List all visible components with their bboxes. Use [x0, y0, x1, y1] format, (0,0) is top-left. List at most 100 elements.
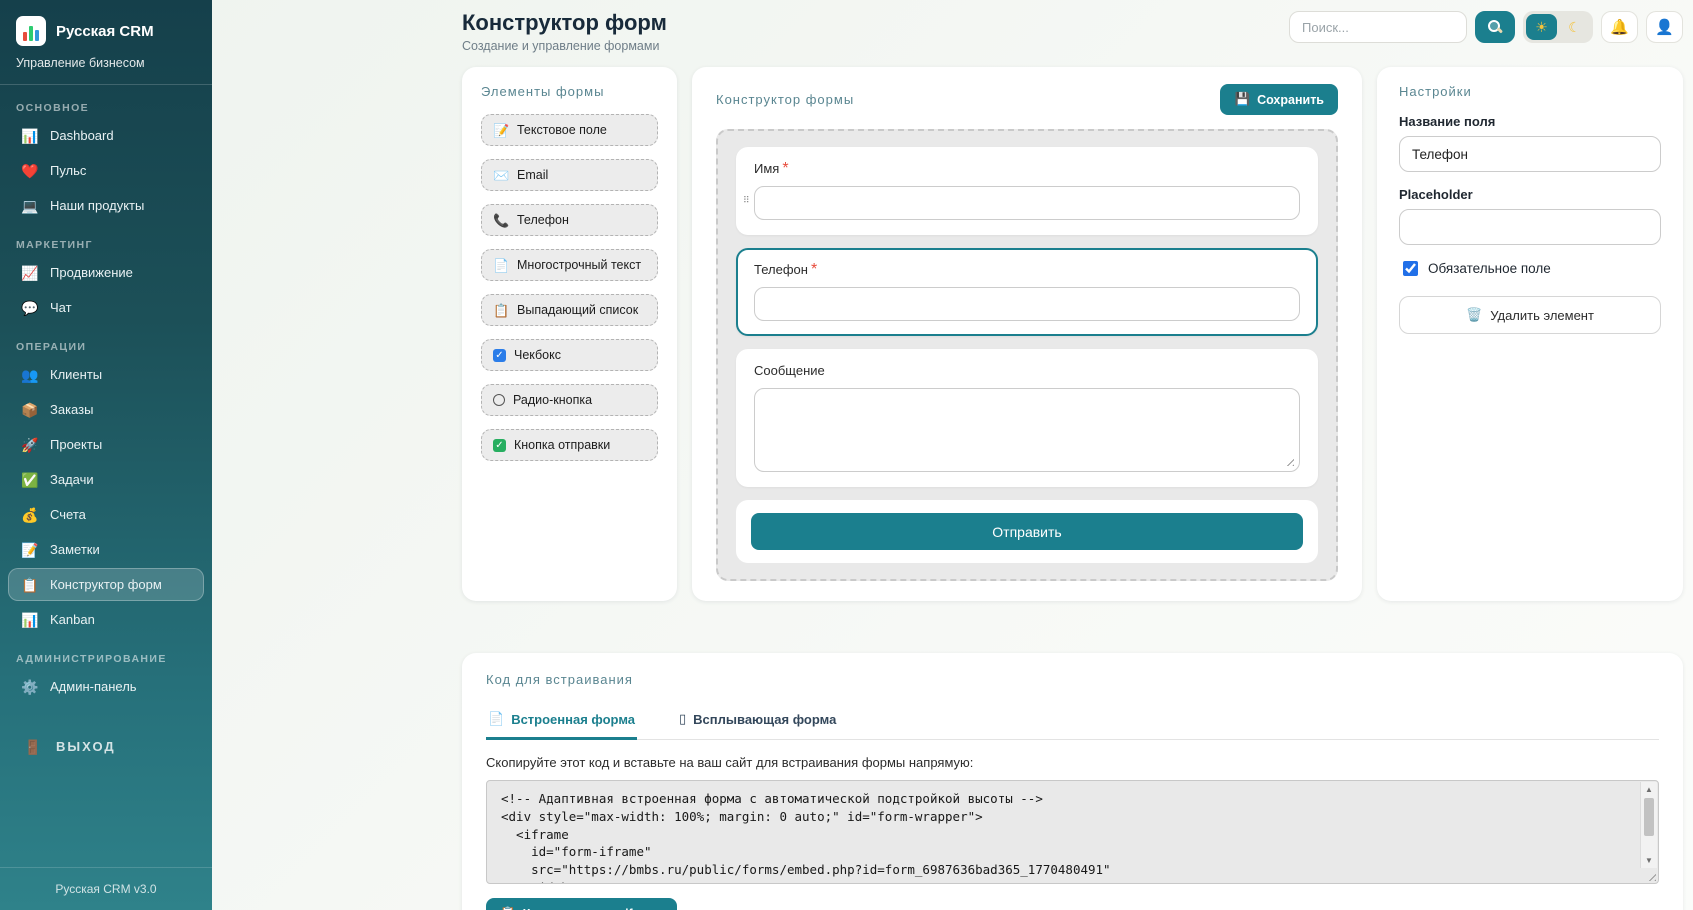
gear-icon: ⚙️ [21, 678, 39, 695]
resize-handle-icon[interactable] [1284, 456, 1294, 466]
check-mark-icon: ✅ [21, 471, 39, 488]
element-text-field[interactable]: 📝 Текстовое поле [481, 114, 658, 146]
search-input[interactable] [1289, 11, 1467, 43]
topbar: Конструктор форм Создание и управление ф… [462, 8, 1683, 53]
brand-title: Русская CRM [56, 22, 154, 40]
sidebar-item-notes[interactable]: 📝 Заметки [8, 533, 204, 566]
tab-label: Всплывающая форма [693, 711, 837, 727]
page-subtitle: Создание и управление формами [462, 39, 660, 53]
embed-description: Скопируйте этот код и вставьте на ваш са… [486, 755, 974, 770]
element-label: Email [517, 168, 549, 182]
trash-icon: 🗑️ [1466, 307, 1483, 322]
window-icon: ▯ [679, 711, 687, 726]
submit-button[interactable]: Отправить [751, 513, 1303, 550]
form-constructor-panel: Конструктор формы 💾 Сохранить ⠿ Имя * Те… [692, 67, 1362, 601]
nav-section-operations: ОПЕРАЦИИ [16, 341, 87, 353]
drag-handle-icon[interactable]: ⠿ [743, 195, 750, 206]
scroll-up-icon[interactable]: ▲ [1641, 785, 1657, 794]
theme-toggle: ☀ ☾ [1523, 11, 1593, 43]
element-label: Многострочный текст [517, 258, 642, 272]
message-textarea[interactable] [754, 388, 1300, 472]
field-name-input[interactable] [1399, 136, 1661, 172]
scrollbar-thumb[interactable] [1644, 798, 1654, 836]
name-input[interactable] [754, 186, 1300, 220]
save-button[interactable]: 💾 Сохранить [1220, 84, 1338, 115]
bar-chart-logo-icon [16, 16, 46, 46]
package-icon: 📦 [21, 401, 39, 418]
money-bag-icon: 💰 [21, 506, 39, 523]
form-canvas[interactable]: ⠿ Имя * Телефон * Сообщение Отправить [716, 129, 1338, 581]
sidebar-item-admin-panel[interactable]: ⚙️ Админ-панель [8, 670, 204, 703]
sidebar-item-label: Чат [50, 300, 72, 315]
element-submit-button[interactable]: ✓ Кнопка отправки [481, 429, 658, 461]
required-field-checkbox[interactable] [1403, 261, 1418, 276]
save-button-label: Сохранить [1257, 92, 1324, 107]
constructor-header: Конструктор формы 💾 Сохранить [716, 84, 1338, 115]
chat-bubble-icon: 💬 [21, 299, 39, 316]
sidebar-item-kanban[interactable]: 📊 Kanban [8, 603, 204, 636]
panel-title: Элементы формы [481, 84, 605, 99]
scroll-down-icon[interactable]: ▼ [1641, 856, 1657, 865]
notifications-button[interactable]: 🔔 [1601, 11, 1638, 43]
checkbox-green-icon: ✓ [493, 438, 506, 452]
form-field-message[interactable]: Сообщение [736, 349, 1318, 487]
topbar-actions: ☀ ☾ 🔔 👤 [1289, 11, 1683, 43]
resize-handle-icon[interactable] [1645, 870, 1656, 881]
sidebar-item-promotion[interactable]: 📈 Продвижение [8, 256, 204, 289]
element-dropdown[interactable]: 📋 Выпадающий список [481, 294, 658, 326]
bar-chart-icon: 📊 [21, 127, 39, 144]
search-button[interactable] [1475, 11, 1515, 43]
sidebar-item-chat[interactable]: 💬 Чат [8, 291, 204, 324]
sidebar-item-orders[interactable]: 📦 Заказы [8, 393, 204, 426]
element-label: Радио-кнопка [513, 393, 593, 407]
element-phone[interactable]: 📞 Телефон [481, 204, 658, 236]
form-field-phone[interactable]: Телефон * [736, 248, 1318, 336]
sidebar-item-dashboard[interactable]: 📊 Dashboard [8, 119, 204, 152]
moon-icon: ☾ [1568, 18, 1581, 35]
logout-button[interactable]: 🚪 ВЫХОД [14, 731, 198, 762]
element-label: Выпадающий список [517, 303, 639, 317]
rocket-icon: 🚀 [21, 436, 39, 453]
sidebar-nav: ОСНОВНОЕ 📊 Dashboard ❤️ Пульс 💻 Наши про… [0, 85, 212, 762]
form-elements-panel: Элементы формы 📝 Текстовое поле ✉️ Email… [462, 67, 677, 601]
panel-title: Код для встраивания [486, 672, 633, 687]
builder-row: Элементы формы 📝 Текстовое поле ✉️ Email… [462, 67, 1683, 601]
sidebar-item-tasks[interactable]: ✅ Задачи [8, 463, 204, 496]
laptop-icon: 💻 [21, 197, 39, 214]
form-field-name[interactable]: ⠿ Имя * [736, 147, 1318, 235]
sidebar-item-pulse[interactable]: ❤️ Пульс [8, 154, 204, 187]
bar-chart-icon: 📊 [21, 611, 39, 628]
brand: Русская CRM [0, 0, 212, 56]
sidebar-item-label: Kanban [50, 612, 95, 627]
element-checkbox[interactable]: ✓ Чекбокс [481, 339, 658, 371]
sidebar-item-form-builder[interactable]: 📋 Конструктор форм [8, 568, 204, 601]
page-icon: 📄 [493, 257, 510, 273]
panel-title: Настройки [1399, 84, 1472, 99]
element-multiline-text[interactable]: 📄 Многострочный текст [481, 249, 658, 281]
light-theme-button[interactable]: ☀ [1526, 14, 1557, 40]
element-radio-button[interactable]: Кнопка отправки Радио-кнопка [481, 384, 658, 416]
element-email[interactable]: ✉️ Email [481, 159, 658, 191]
main-content: Конструктор форм Создание и управление ф… [212, 0, 1693, 910]
embed-code-panel: Код для встраивания 📄 Встроенная форма ▯… [462, 653, 1683, 910]
element-label: Телефон [517, 213, 569, 227]
sidebar-item-label: Dashboard [50, 128, 114, 143]
sidebar-item-label: Проекты [50, 437, 103, 452]
profile-button[interactable]: 👤 [1646, 11, 1683, 43]
phone-input[interactable] [754, 287, 1300, 321]
code-scrollbar[interactable]: ▲ ▼ [1640, 782, 1657, 868]
panel-title: Конструктор формы [716, 92, 855, 107]
sidebar-item-invoices[interactable]: 💰 Счета [8, 498, 204, 531]
tab-inline-form[interactable]: 📄 Встроенная форма [486, 703, 638, 740]
placeholder-input[interactable] [1399, 209, 1661, 245]
sidebar-item-clients[interactable]: 👥 Клиенты [8, 358, 204, 391]
clipboard-icon: 📋 [493, 302, 510, 318]
sidebar-footer-version: Русская CRM v3.0 [0, 867, 212, 910]
sidebar-item-projects[interactable]: 🚀 Проекты [8, 428, 204, 461]
tab-popup-form[interactable]: ▯ Всплывающая форма [677, 703, 838, 740]
dark-theme-button[interactable]: ☾ [1559, 14, 1590, 40]
sidebar-item-products[interactable]: 💻 Наши продукты [8, 189, 204, 222]
embed-code-textarea[interactable]: <!-- Адаптивная встроенная форма с автом… [486, 780, 1659, 884]
copy-iframe-code-button[interactable]: 📋 Копировать код iframe [486, 898, 677, 910]
delete-element-button[interactable]: 🗑️ Удалить элемент [1399, 296, 1661, 334]
